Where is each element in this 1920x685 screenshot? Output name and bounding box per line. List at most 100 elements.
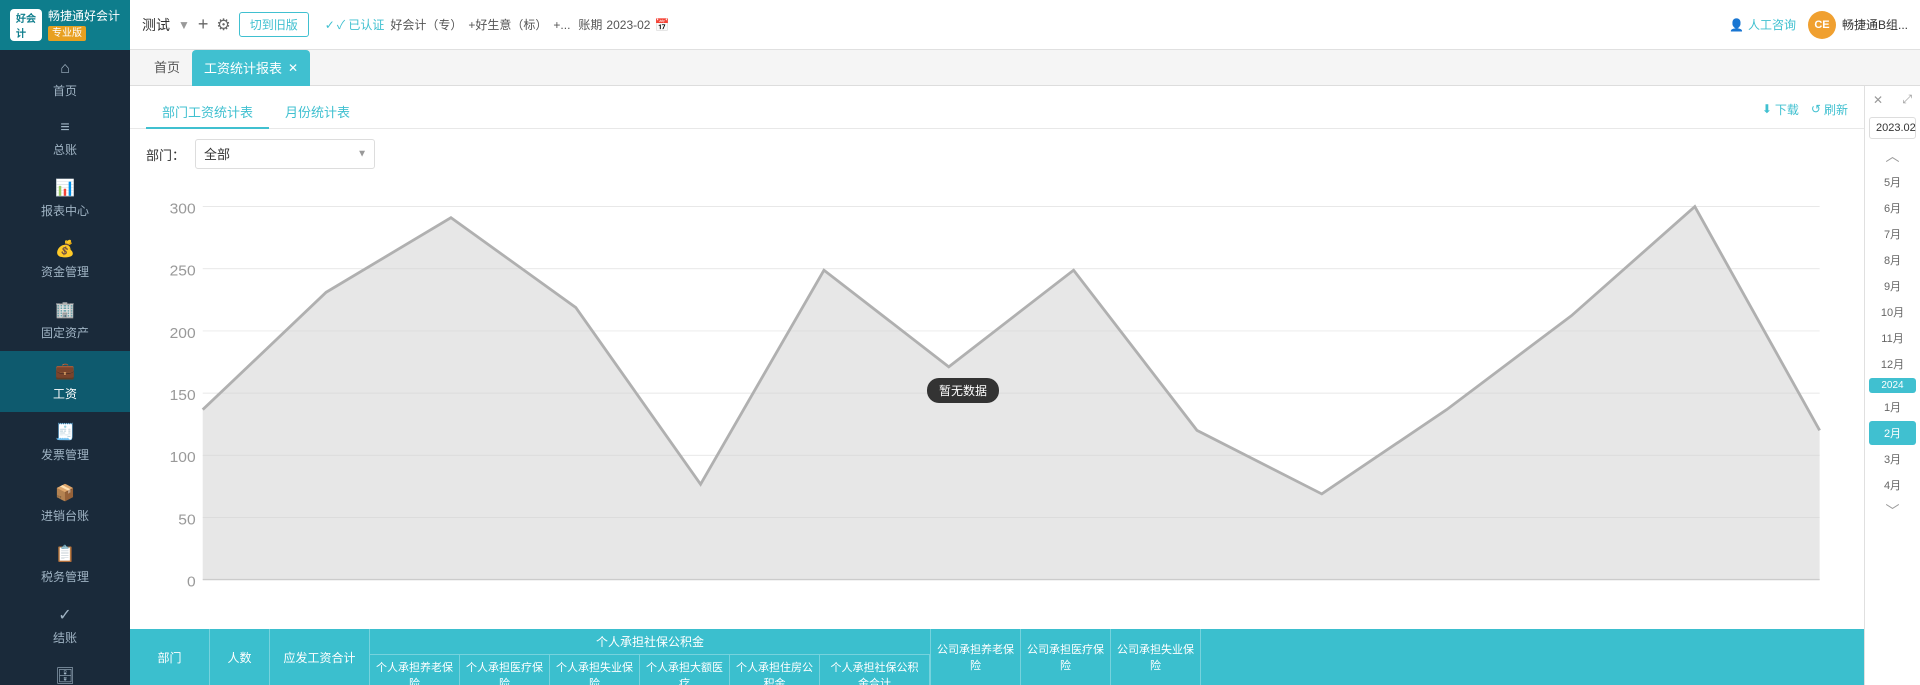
sub-tab-dept-label: 部门工资统计表 <box>162 105 253 120</box>
sidebar-item-invoice[interactable]: 🧾 发票管理 <box>0 412 130 473</box>
topbar-badges: ✓ ✓ 已认证 好会计（专） +好生意（标） +... <box>325 16 571 33</box>
month-2024-2[interactable]: 2月 <box>1869 421 1916 445</box>
download-button[interactable]: ⬇ 下载 <box>1762 101 1799 118</box>
archive-icon: 🗄 <box>55 666 75 685</box>
reports-icon: 📊 <box>55 178 75 198</box>
sub-tab-actions: ⬇ 下载 ↺ 刷新 <box>1762 101 1848 124</box>
logo-text: 畅捷通好会计 专业版 <box>48 9 120 42</box>
th-personal-medical: 个人承担医疗保险 <box>460 655 550 685</box>
month-2024-4[interactable]: 4月 <box>1869 473 1916 497</box>
month-9[interactable]: 9月 <box>1869 274 1916 298</box>
month-12[interactable]: 12月 <box>1869 352 1916 376</box>
sidebar-item-trade-label: 进销台账 <box>41 507 89 524</box>
th-company-medical: 公司承担医疗保险 <box>1021 629 1111 685</box>
month-10[interactable]: 10月 <box>1869 300 1916 324</box>
refresh-label: 刷新 <box>1824 101 1848 118</box>
sidebar-item-assets[interactable]: 🏢 固定资产 <box>0 290 130 351</box>
month-5[interactable]: 5月 <box>1869 170 1916 194</box>
right-panel: ✕ ⤢ 2023.02 ︿ 5月 6月 7月 8月 9月 10月 11月 12月… <box>1864 86 1920 685</box>
help-button[interactable]: 👤 人工咨询 <box>1729 16 1796 33</box>
sidebar-item-salary[interactable]: 💼 工资 <box>0 351 130 412</box>
th-company-unemploy: 公司承担失业保险 <box>1111 629 1201 685</box>
th-company-pension: 公司承担养老保险 <box>931 629 1021 685</box>
sidebar-item-salary-label: 工资 <box>53 385 77 402</box>
content-main: 部门工资统计表 月份统计表 ⬇ 下载 ↺ 刷新 <box>130 86 1864 685</box>
th-dept: 部门 <box>130 629 210 685</box>
gear-icon[interactable]: ⚙ <box>216 15 230 35</box>
sidebar-item-tax[interactable]: 📋 税务管理 <box>0 534 130 595</box>
th-personal-big-medical: 个人承担大额医疗 <box>640 655 730 685</box>
month-8[interactable]: 8月 <box>1869 248 1916 272</box>
user-menu[interactable]: CE 畅捷通B组... <box>1808 11 1908 39</box>
month-11[interactable]: 11月 <box>1869 326 1916 350</box>
add-button[interactable]: + <box>198 14 209 35</box>
invoice-icon: 🧾 <box>55 422 75 442</box>
th-personal-total: 个人承担社保公积金合计 <box>820 655 930 685</box>
th-personal-housing: 个人承担住房公积金 <box>730 655 820 685</box>
sidebar-item-checkout[interactable]: ✓ 结账 <box>0 595 130 656</box>
sidebar-item-trade[interactable]: 📦 进销台账 <box>0 473 130 534</box>
trade-icon: 📦 <box>55 483 75 503</box>
month-2024-1[interactable]: 1月 <box>1869 395 1916 419</box>
logo-area: 好会计 畅捷通好会计 专业版 <box>0 0 130 50</box>
funds-icon: 💰 <box>55 239 75 259</box>
dept-filter-label: 部门： <box>146 145 185 164</box>
sidebar-item-checkout-label: 结账 <box>53 629 77 646</box>
month-6[interactable]: 6月 <box>1869 196 1916 220</box>
th-personal-group: 个人承担社保公积金 个人承担养老保险 个人承担医疗保险 个人承担失业保险 <box>370 629 931 685</box>
badge-more: +... <box>553 18 570 32</box>
period-value: 2023-02 <box>606 18 650 32</box>
sidebar-item-reports[interactable]: 📊 报表中心 <box>0 168 130 229</box>
download-label: 下载 <box>1775 101 1799 118</box>
tab-close-icon[interactable]: ✕ <box>288 61 298 75</box>
scroll-down-arrow[interactable]: ﹀ <box>1883 498 1903 524</box>
switch-version-button[interactable]: 切到旧版 <box>239 12 309 37</box>
sidebar-item-ledger-label: 总账 <box>53 141 77 158</box>
expand-icon[interactable]: ⤢ <box>1902 92 1912 107</box>
chart-area: 0 50 100 150 200 250 300 <box>130 179 1864 629</box>
scroll-up-arrow[interactable]: ︿ <box>1883 143 1903 169</box>
th-count: 人数 <box>210 629 270 685</box>
svg-text:150: 150 <box>170 387 196 404</box>
sub-tab-monthly[interactable]: 月份统计表 <box>269 96 366 129</box>
topbar-title: 测试 <box>142 15 170 35</box>
content-area: 部门工资统计表 月份统计表 ⬇ 下载 ↺ 刷新 <box>130 86 1920 685</box>
dept-select[interactable]: 全部 部门A 部门B <box>195 139 375 169</box>
refresh-button[interactable]: ↺ 刷新 <box>1811 101 1848 118</box>
sub-tabs: 部门工资统计表 月份统计表 ⬇ 下载 ↺ 刷新 <box>130 86 1864 129</box>
svg-text:50: 50 <box>178 511 195 528</box>
th-salary-total: 应发工资合计 <box>270 629 370 685</box>
salary-icon: 💼 <box>55 361 75 381</box>
badge-haokuaiji: 好会计（专） <box>390 16 462 33</box>
checkout-icon: ✓ <box>58 605 71 625</box>
month-2024-3[interactable]: 3月 <box>1869 447 1916 471</box>
sub-tab-monthly-label: 月份统计表 <box>285 105 350 120</box>
svg-text:100: 100 <box>170 449 196 466</box>
th-personal-unemploy: 个人承担失业保险 <box>550 655 640 685</box>
chart-container: 0 50 100 150 200 250 300 <box>146 179 1848 621</box>
tab-salary-report[interactable]: 工资统计报表 ✕ <box>192 50 310 86</box>
sidebar-item-invoice-label: 发票管理 <box>41 446 89 463</box>
chart-svg: 0 50 100 150 200 250 300 <box>146 179 1848 621</box>
close-icon[interactable]: ✕ <box>1873 93 1883 107</box>
logo-icon: 好会计 <box>10 9 42 41</box>
ledger-icon: ≡ <box>60 119 69 137</box>
svg-text:250: 250 <box>170 263 196 280</box>
sidebar-item-archive[interactable]: 🗄 归档管理 <box>0 656 130 685</box>
chevron-down-icon[interactable]: ▼ <box>178 18 190 32</box>
panel-close-area: ✕ ⤢ <box>1865 86 1920 113</box>
calendar-icon[interactable]: 📅 <box>654 18 669 32</box>
month-7[interactable]: 7月 <box>1869 222 1916 246</box>
tab-home[interactable]: 首页 <box>142 50 192 86</box>
sidebar-nav: ⌂ 首页 ≡ 总账 📊 报表中心 💰 资金管理 🏢 固定资产 💼 工资 🧾 发票… <box>0 50 130 685</box>
table-header: 部门 人数 应发工资合计 个人承担社保公积金 个人承担养老保险 <box>130 629 1864 685</box>
sidebar-item-home[interactable]: ⌂ 首页 <box>0 50 130 109</box>
dept-select-wrapper: 全部 部门A 部门B ▼ <box>195 139 375 169</box>
app-name: 畅捷通好会计 <box>48 9 120 25</box>
sidebar-item-ledger[interactable]: ≡ 总账 <box>0 109 130 168</box>
sidebar-item-funds[interactable]: 💰 资金管理 <box>0 229 130 290</box>
sub-tab-dept[interactable]: 部门工资统计表 <box>146 96 269 129</box>
sidebar-item-tax-label: 税务管理 <box>41 568 89 585</box>
svg-text:0: 0 <box>187 574 196 591</box>
sidebar: 好会计 畅捷通好会计 专业版 ⌂ 首页 ≡ 总账 📊 报表中心 💰 资金管理 🏢… <box>0 0 130 685</box>
